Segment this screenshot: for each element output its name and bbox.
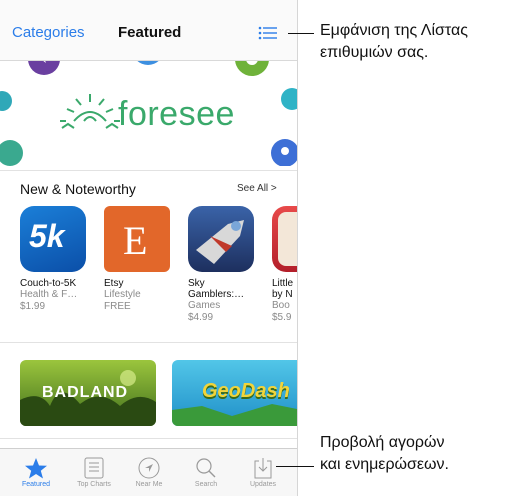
app-price: $5.9: [272, 312, 292, 323]
app-name: Couch-to-5K: [20, 278, 77, 289]
banner-brand-text: foresee: [118, 95, 235, 133]
promo-title: BADLAND: [42, 384, 129, 401]
callout-line-1: Προβολή αγορών: [320, 434, 445, 451]
section-divider: [0, 170, 297, 171]
tab-label: Top Charts: [77, 481, 111, 488]
tab-bar: Featured Top Charts Near Me Search Updat…: [0, 448, 297, 496]
tab-label: Search: [194, 481, 218, 488]
callout-line-1: Εμφάνιση της Λίστας: [320, 22, 468, 39]
section-divider: [0, 438, 297, 439]
tab-label: Updates: [249, 481, 277, 488]
app-tile[interactable]: Sky Gamblers:… Games $4.99: [188, 206, 258, 324]
tab-featured[interactable]: Featured: [8, 457, 64, 488]
download-icon: [254, 458, 272, 479]
callout-line-2: και ενημερώσεων.: [320, 456, 449, 473]
sky-gamblers-icon: [188, 206, 254, 272]
promo-title: GeoDash: [202, 380, 290, 402]
plane-icon: [196, 220, 244, 264]
tab-near-me[interactable]: Near Me: [121, 457, 177, 488]
app-icon-text: 5k: [29, 218, 65, 254]
app-store-screen: Categories Featured foresee New & Notewo…: [0, 0, 297, 496]
app-price: $1.99: [20, 301, 46, 312]
navigation-bar: Categories Featured: [0, 0, 297, 61]
search-icon: [196, 458, 216, 478]
app-name: Little: [272, 278, 294, 289]
couch-to-5k-icon: 5k: [20, 206, 86, 272]
app-tile[interactable]: 5k Couch-to-5K Health & F… $1.99: [20, 206, 90, 313]
app-icon-inner: [278, 212, 297, 266]
tab-top-charts[interactable]: Top Charts: [66, 457, 122, 488]
app-tile[interactable]: E Etsy Lifestyle FREE: [104, 206, 174, 313]
little-app-icon: [272, 206, 297, 272]
app-category: Games: [188, 300, 221, 311]
section-title: New & Noteworthy: [20, 181, 136, 197]
categories-button[interactable]: Categories: [12, 24, 85, 41]
wishlist-callout-line: [288, 33, 314, 34]
app-price: FREE: [104, 301, 131, 312]
screen-edge: [297, 0, 298, 496]
app-icon-text: E: [123, 218, 148, 263]
star-icon: [25, 458, 47, 479]
etsy-icon: E: [104, 206, 170, 272]
list-icon: [84, 457, 104, 479]
badland-promo[interactable]: BADLAND: [20, 360, 156, 426]
app-tile[interactable]: Little by N Boo $5.9: [272, 206, 297, 324]
app-price: $4.99: [188, 312, 214, 323]
callout-line-2: επιθυμιών σας.: [320, 44, 429, 61]
app-category: Lifestyle: [104, 289, 141, 300]
featured-banner[interactable]: foresee: [0, 61, 297, 166]
purchases-callout-line: [276, 466, 314, 467]
tab-label: Featured: [21, 481, 51, 488]
app-category: Boo: [272, 300, 290, 311]
app-name: Sky: [188, 278, 205, 289]
location-icon: [138, 457, 160, 479]
app-name-line2: by N: [272, 289, 293, 300]
wishlist-callout-text: Εμφάνιση της Λίστας επιθυμιών σας.: [320, 20, 468, 64]
see-all-link[interactable]: See All >: [237, 183, 277, 194]
app-name-line2: Gamblers:…: [188, 289, 245, 300]
tab-updates[interactable]: Updates: [235, 457, 291, 488]
purchases-callout-text: Προβολή αγορών και ενημερώσεων.: [320, 432, 449, 476]
tab-label: Near Me: [135, 481, 163, 488]
app-name: Etsy: [104, 278, 124, 289]
page-title: Featured: [118, 24, 182, 41]
app-category: Health & F…: [20, 289, 78, 300]
section-divider: [0, 342, 297, 343]
geodash-promo[interactable]: GeoDash: [172, 360, 297, 426]
wishlist-icon[interactable]: [258, 25, 278, 41]
tab-search[interactable]: Search: [178, 457, 234, 488]
